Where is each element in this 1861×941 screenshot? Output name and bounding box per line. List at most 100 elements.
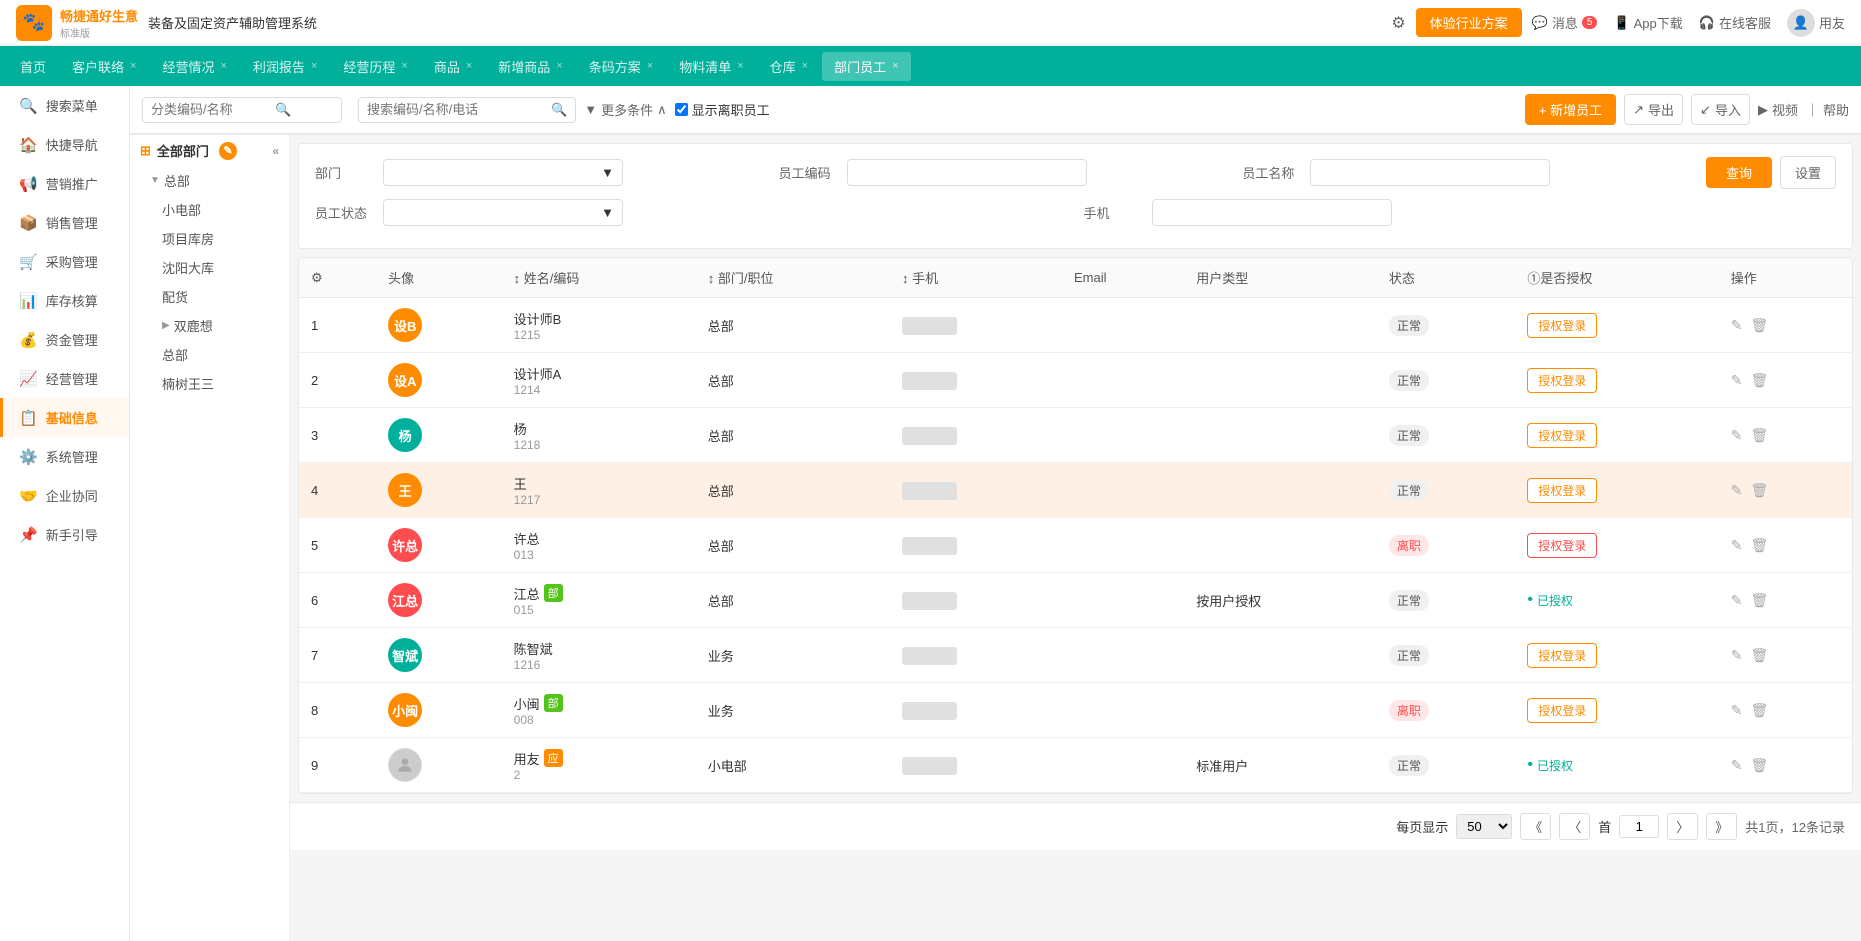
dept-node-peihuo[interactable]: 配货: [130, 282, 289, 311]
sidebar-item-sales[interactable]: 📦销售管理: [0, 203, 129, 242]
edit-icon[interactable]: ✎: [1731, 427, 1743, 444]
delete-icon[interactable]: 🗑: [1751, 372, 1769, 389]
col-settings[interactable]: ⚙: [299, 258, 376, 298]
sidebar-item-mgmt[interactable]: 📈经营管理: [0, 359, 129, 398]
dept-node-zongbu[interactable]: 总部: [130, 340, 289, 369]
edit-icon[interactable]: ✎: [1731, 317, 1743, 334]
dept-select[interactable]: ▼: [383, 159, 623, 186]
cell-dept: 总部: [696, 353, 890, 408]
dept-node-shenyang[interactable]: 沈阳大库: [130, 253, 289, 282]
add-employee-button[interactable]: + 新增员工: [1525, 94, 1616, 125]
col-name[interactable]: ↕ 姓名/编码: [502, 258, 696, 298]
nav-tab-goods[interactable]: 商品 ×: [422, 52, 484, 81]
export-button[interactable]: ↗ 导出: [1624, 94, 1683, 125]
sidebar-item-marketing[interactable]: 📢营销推广: [0, 164, 129, 203]
cell-action: ✎ 🗑: [1719, 298, 1852, 353]
nav-tab-new-goods[interactable]: 新增商品 ×: [486, 52, 574, 81]
last-page-btn[interactable]: 》: [1706, 813, 1737, 840]
view-button[interactable]: ▶ 视频: [1758, 100, 1798, 119]
delete-icon[interactable]: 🗑: [1751, 757, 1769, 774]
nav-tab-warehouse[interactable]: 仓库 ×: [758, 52, 820, 81]
show-resign-checkbox[interactable]: 显示离职员工: [675, 100, 770, 119]
try-button[interactable]: 体验行业方案: [1416, 8, 1522, 37]
emp-name-input[interactable]: [1310, 159, 1550, 186]
auth-button[interactable]: 授权登录: [1527, 423, 1597, 448]
delete-icon[interactable]: 🗑: [1751, 317, 1769, 334]
delete-icon[interactable]: 🗑: [1751, 702, 1769, 719]
auth-button[interactable]: 授权登录: [1527, 368, 1597, 393]
pagination: 每页显示 50 100 《 〈 首 〉 》 共1页，12条记录: [290, 802, 1861, 850]
nav-tab-bom[interactable]: 物料清单 ×: [667, 52, 755, 81]
dept-node-project[interactable]: 项目库房: [130, 224, 289, 253]
cell-dept: 业务: [696, 628, 890, 683]
phone-input[interactable]: [1152, 199, 1392, 226]
dept-collapse-btn[interactable]: «: [272, 144, 279, 158]
edit-icon[interactable]: ✎: [1731, 757, 1743, 774]
dept-node-zongbu-parent[interactable]: ▼ 总部: [130, 166, 289, 195]
first-page-btn[interactable]: 《: [1520, 813, 1551, 840]
status-select[interactable]: ▼: [383, 199, 623, 226]
auth-button[interactable]: 授权登录: [1527, 698, 1597, 723]
dept-node-xiaodian[interactable]: 小电部: [130, 195, 289, 224]
nav-tab-home[interactable]: 首页: [8, 52, 58, 81]
per-page-select[interactable]: 50 100: [1456, 814, 1512, 839]
page-input[interactable]: [1619, 815, 1659, 838]
sidebar-item-nav[interactable]: 🏠快捷导航: [0, 125, 129, 164]
emp-code-input[interactable]: [847, 159, 1087, 186]
auth-button[interactable]: 授权登录: [1527, 478, 1597, 503]
sidebar-item-system[interactable]: ⚙️系统管理: [0, 437, 129, 476]
dept-node-shuanglu[interactable]: ▶ 双鹿想: [130, 311, 289, 340]
col-dept[interactable]: ↕ 部门/职位: [696, 258, 890, 298]
sidebar-item-search[interactable]: 🔍搜索菜单: [0, 86, 129, 125]
next-page-btn[interactable]: 〉: [1667, 813, 1698, 840]
cell-avatar: 小闽: [376, 683, 502, 738]
prev-page-btn[interactable]: 〈: [1559, 813, 1590, 840]
online-service-btn[interactable]: 🎧 在线客服: [1699, 13, 1771, 32]
settings-icon[interactable]: ⚙: [1391, 13, 1405, 33]
dept-node-nanshu[interactable]: 楠树王三: [130, 369, 289, 398]
edit-icon[interactable]: ✎: [1731, 702, 1743, 719]
more-filter-btn[interactable]: ▼ 更多条件 ∧: [584, 100, 666, 119]
user-area[interactable]: 👤 用友: [1787, 9, 1845, 37]
nav-tab-dept-staff[interactable]: 部门员工 ×: [822, 52, 910, 81]
delete-icon[interactable]: 🗑: [1751, 592, 1769, 609]
dept-tree-header[interactable]: ⊞ 全部部门 ✎ «: [130, 135, 289, 166]
nav-tab-business[interactable]: 经营情况 ×: [150, 52, 238, 81]
reset-button[interactable]: 设置: [1780, 156, 1836, 189]
edit-icon[interactable]: ✎: [1731, 592, 1743, 609]
employee-search-input[interactable]: [367, 102, 547, 117]
edit-icon[interactable]: ✎: [1731, 537, 1743, 554]
auth-button[interactable]: 授权登录: [1527, 313, 1597, 338]
search-icon[interactable]: 🔍: [551, 102, 567, 118]
delete-icon[interactable]: 🗑: [1751, 427, 1769, 444]
message-btn[interactable]: 💬 消息 5: [1532, 13, 1598, 32]
import-button[interactable]: ↙ 导入: [1691, 94, 1750, 125]
sidebar-item-collab[interactable]: 🤝企业协同: [0, 476, 129, 515]
nav-tab-barcode[interactable]: 条码方案 ×: [577, 52, 665, 81]
nav-tab-profit[interactable]: 利润报告 ×: [241, 52, 329, 81]
dept-edit-icon[interactable]: ✎: [219, 142, 237, 160]
col-phone[interactable]: ↕ 手机: [890, 258, 1062, 298]
edit-icon[interactable]: ✎: [1731, 372, 1743, 389]
nav-tab-customer[interactable]: 客户联络 ×: [60, 52, 148, 81]
help-button[interactable]: ｜ 帮助: [1806, 100, 1849, 119]
auth-button-resign[interactable]: 授权登录: [1527, 533, 1597, 558]
query-button[interactable]: 查询: [1706, 157, 1772, 188]
sidebar-item-guide[interactable]: 📌新手引导: [0, 515, 129, 554]
auth-button[interactable]: 授权登录: [1527, 643, 1597, 668]
edit-icon[interactable]: ✎: [1731, 647, 1743, 664]
nav-tab-history[interactable]: 经营历程 ×: [331, 52, 419, 81]
dept-search-icon[interactable]: 🔍: [275, 102, 291, 118]
sidebar-item-inventory[interactable]: 📊库存核算: [0, 281, 129, 320]
sidebar-item-basic[interactable]: 📋基础信息: [0, 398, 129, 437]
col-auth: ①是否授权: [1515, 258, 1718, 298]
delete-icon[interactable]: 🗑: [1751, 537, 1769, 554]
sidebar-item-purchase[interactable]: 🛒采购管理: [0, 242, 129, 281]
app-download-btn[interactable]: 📱 App下载: [1613, 13, 1682, 32]
dept-search-input[interactable]: [151, 102, 271, 117]
delete-icon[interactable]: 🗑: [1751, 482, 1769, 499]
sidebar-item-finance[interactable]: 💰资金管理: [0, 320, 129, 359]
delete-icon[interactable]: 🗑: [1751, 647, 1769, 664]
edit-icon[interactable]: ✎: [1731, 482, 1743, 499]
table-row: 7 智斌 陈智斌1216 业务 ●●●●●● 正常 授权登录: [299, 628, 1852, 683]
